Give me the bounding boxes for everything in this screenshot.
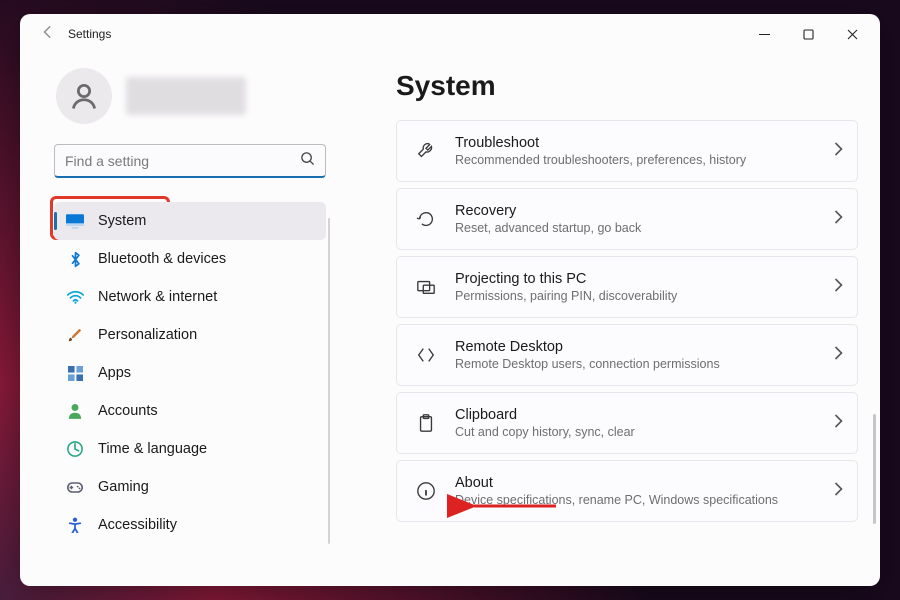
sidebar-item-label: Bluetooth & devices (98, 251, 226, 267)
settings-card-list: Troubleshoot Recommended troubleshooters… (396, 120, 858, 522)
wifi-icon (66, 288, 84, 306)
card-subtitle: Recommended troubleshooters, preferences… (455, 153, 816, 167)
accessibility-icon (66, 516, 84, 534)
maximize-button[interactable] (786, 19, 830, 49)
sidebar-item-system[interactable]: System (54, 202, 326, 240)
card-title: Projecting to this PC (455, 271, 816, 287)
back-button[interactable] (34, 25, 62, 44)
sidebar: System Bluetooth & devices Network & int… (20, 54, 340, 586)
recovery-icon (415, 208, 437, 230)
card-about[interactable]: About Device specifications, rename PC, … (396, 460, 858, 522)
profile-block[interactable] (56, 68, 326, 124)
card-title: Recovery (455, 203, 816, 219)
sidebar-item-label: Accessibility (98, 517, 177, 533)
sidebar-item-label: Gaming (98, 479, 149, 495)
sidebar-item-accessibility[interactable]: Accessibility (54, 506, 326, 544)
sidebar-item-label: Personalization (98, 327, 197, 343)
sidebar-item-accounts[interactable]: Accounts (54, 392, 326, 430)
window-controls (742, 19, 874, 49)
globe-clock-icon (66, 440, 84, 458)
chevron-right-icon (834, 278, 843, 297)
settings-window: Settings System (20, 14, 880, 586)
sidebar-item-personalization[interactable]: Personalization (54, 316, 326, 354)
info-icon (415, 480, 437, 502)
minimize-button[interactable] (742, 19, 786, 49)
close-button[interactable] (830, 19, 874, 49)
card-subtitle: Permissions, pairing PIN, discoverabilit… (455, 289, 816, 303)
chevron-right-icon (834, 346, 843, 365)
chevron-right-icon (834, 482, 843, 501)
card-title: About (455, 475, 816, 491)
paintbrush-icon (66, 326, 84, 344)
chevron-right-icon (834, 414, 843, 433)
card-title: Clipboard (455, 407, 816, 423)
card-projecting[interactable]: Projecting to this PC Permissions, pairi… (396, 256, 858, 318)
card-subtitle: Reset, advanced startup, go back (455, 221, 816, 235)
clipboard-icon (415, 412, 437, 434)
titlebar: Settings (20, 14, 880, 54)
monitor-icon (66, 212, 84, 230)
card-clipboard[interactable]: Clipboard Cut and copy history, sync, cl… (396, 392, 858, 454)
card-title: Troubleshoot (455, 135, 816, 151)
card-subtitle: Remote Desktop users, connection permiss… (455, 357, 816, 371)
sidebar-item-label: Time & language (98, 441, 207, 457)
sidebar-item-label: Apps (98, 365, 131, 381)
card-recovery[interactable]: Recovery Reset, advanced startup, go bac… (396, 188, 858, 250)
card-troubleshoot[interactable]: Troubleshoot Recommended troubleshooters… (396, 120, 858, 182)
main-scrollbar[interactable] (873, 414, 876, 524)
sidebar-item-label: Network & internet (98, 289, 217, 305)
remote-desktop-icon (415, 344, 437, 366)
main-content: System Troubleshoot Recommended troubles… (340, 54, 880, 586)
profile-name-redacted (126, 77, 246, 115)
avatar (56, 68, 112, 124)
sidebar-item-network[interactable]: Network & internet (54, 278, 326, 316)
search-icon (300, 151, 315, 171)
sidebar-item-gaming[interactable]: Gaming (54, 468, 326, 506)
sidebar-item-label: System (98, 213, 146, 229)
chevron-right-icon (834, 210, 843, 229)
window-title: Settings (68, 27, 111, 41)
gamepad-icon (66, 478, 84, 496)
nav-list: System Bluetooth & devices Network & int… (54, 202, 326, 544)
sidebar-item-label: Accounts (98, 403, 158, 419)
card-title: Remote Desktop (455, 339, 816, 355)
chevron-right-icon (834, 142, 843, 161)
card-subtitle: Cut and copy history, sync, clear (455, 425, 816, 439)
search-input[interactable] (65, 153, 300, 169)
card-remote-desktop[interactable]: Remote Desktop Remote Desktop users, con… (396, 324, 858, 386)
sidebar-item-apps[interactable]: Apps (54, 354, 326, 392)
card-subtitle: Device specifications, rename PC, Window… (455, 493, 816, 507)
search-box[interactable] (54, 144, 326, 178)
page-title: System (396, 70, 858, 102)
apps-icon (66, 364, 84, 382)
sidebar-scrollbar[interactable] (328, 218, 330, 544)
sidebar-item-time[interactable]: Time & language (54, 430, 326, 468)
sidebar-item-bluetooth[interactable]: Bluetooth & devices (54, 240, 326, 278)
projecting-icon (415, 276, 437, 298)
person-icon (66, 402, 84, 420)
bluetooth-icon (66, 250, 84, 268)
wrench-icon (415, 140, 437, 162)
